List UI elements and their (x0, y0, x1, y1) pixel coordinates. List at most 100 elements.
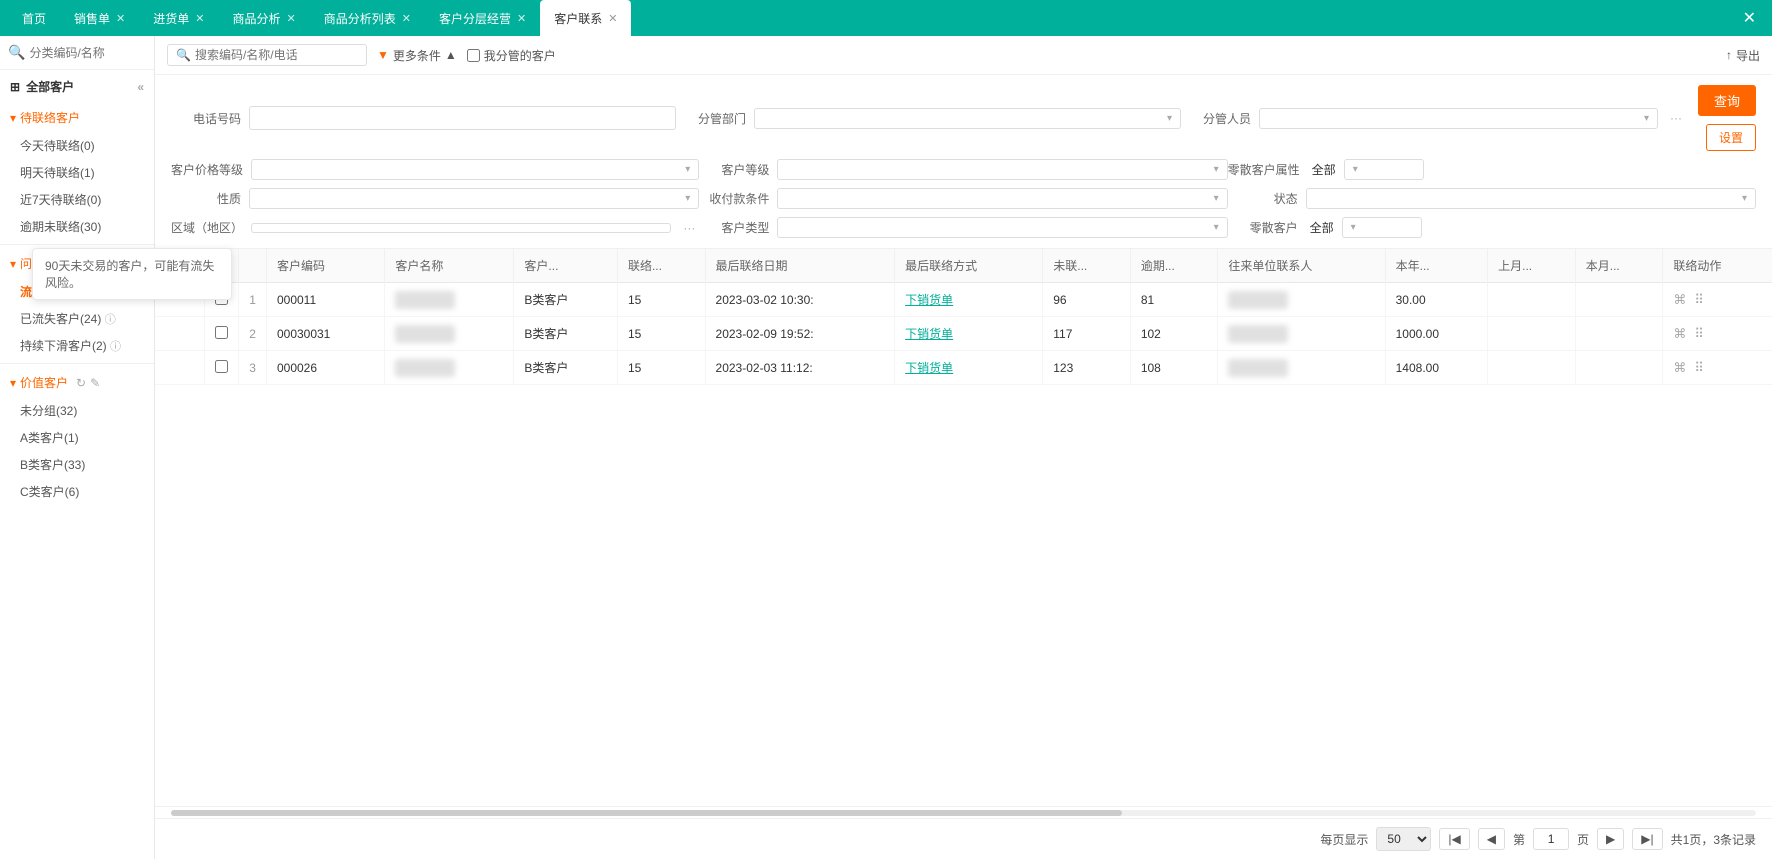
action-more-icon-1[interactable]: ⠿ (1694, 326, 1704, 342)
sidebar-item-unclassified[interactable]: 未分组(32) (0, 397, 154, 424)
row-last-contact-method-0[interactable]: 下销货单 (895, 283, 1043, 317)
refresh-icon[interactable]: ↻ (76, 376, 86, 390)
sidebar: 🔍 ⊞ 全部客户 « ▾ 待联络客户 今天待联络(0) 明天待联络(1) 近7天… (0, 36, 155, 859)
row-checkbox-2[interactable] (205, 351, 239, 385)
sidebar-item-class-c[interactable]: C类客户(6) (0, 478, 154, 505)
sidebar-item-tomorrow-pending[interactable]: 明天待联络(1) (0, 159, 154, 186)
search-bar: 🔍 ▼ 更多条件 ▲ 我分管的客户 ↑ 导出 (155, 36, 1772, 75)
tab-product-analysis[interactable]: 商品分析 ✕ (218, 0, 309, 36)
filter-person-select[interactable]: ▾ (1259, 108, 1658, 129)
settings-button[interactable]: 设置 (1706, 124, 1756, 151)
tab-customer-segment[interactable]: 客户分层经营 ✕ (425, 0, 540, 36)
export-btn[interactable]: ↑ 导出 (1726, 47, 1760, 64)
per-page-select[interactable]: 50 100 200 (1376, 827, 1431, 851)
my-customers-checkbox[interactable]: 我分管的客户 (467, 47, 556, 64)
table-row: 1 000011 blurred1 B类客户 15 2023-03-02 10:… (155, 283, 1772, 317)
filter-customer-grade-select[interactable]: ▾ (777, 159, 1227, 180)
tab-product-analysis-list[interactable]: 商品分析列表 ✕ (310, 0, 425, 36)
action-contact-icon-0[interactable]: ⌘ (1673, 292, 1686, 308)
main-layout: 🔍 ⊞ 全部客户 « ▾ 待联络客户 今天待联络(0) 明天待联络(1) 近7天… (0, 36, 1772, 859)
sidebar-search-input[interactable] (29, 46, 155, 60)
action-contact-icon-2[interactable]: ⌘ (1673, 360, 1686, 376)
this-month-col-header[interactable]: 本月... (1575, 249, 1663, 283)
row-this-year-0: 30.00 (1385, 283, 1488, 317)
close-product-analysis-list-tab[interactable]: ✕ (402, 12, 411, 25)
sidebar-item-7days-pending[interactable]: 近7天待联络(0) (0, 186, 154, 213)
row-checkbox-1[interactable] (205, 317, 239, 351)
row-this-month-1 (1575, 317, 1663, 351)
overdue-col-header[interactable]: 逾期... (1130, 249, 1218, 283)
sidebar-search-icon: 🔍 (8, 44, 25, 61)
row-last-contact-method-2[interactable]: 下销货单 (895, 351, 1043, 385)
sidebar-item-churned[interactable]: 已流失客户(24) ⓘ (0, 305, 154, 332)
filter-status-select[interactable]: ▾ (1306, 188, 1756, 209)
unit-contact-col-header[interactable]: 往来单位联系人 (1218, 249, 1385, 283)
filter-gender-label: 性质 (171, 190, 241, 207)
sidebar-group-value-title[interactable]: ▾ 价值客户 ↻ ✎ (0, 368, 154, 397)
table-row: 2 00030031 blurred3 B类客户 15 2023-02-09 1… (155, 317, 1772, 351)
tab-sales[interactable]: 销售单 ✕ (60, 0, 139, 36)
sidebar-item-class-a[interactable]: A类客户(1) (0, 424, 154, 451)
sidebar-root-label: 全部客户 (26, 78, 74, 95)
filter-payment-select[interactable]: ▾ (777, 188, 1227, 209)
action-more-icon-2[interactable]: ⠿ (1694, 360, 1704, 376)
row-contact-2: 15 (617, 351, 705, 385)
action-contact-icon-1[interactable]: ⌘ (1673, 326, 1686, 342)
next-page-btn[interactable]: ▶ (1597, 828, 1624, 850)
action-more-icon-0[interactable]: ⠿ (1694, 292, 1704, 308)
last-contact-method-col-header[interactable]: 最后联络方式 (895, 249, 1043, 283)
last-page-btn[interactable]: ▶| (1632, 828, 1662, 850)
tab-purchase[interactable]: 进货单 ✕ (139, 0, 218, 36)
contact-col-header[interactable]: 联络... (617, 249, 705, 283)
filter-customer-type-select[interactable]: ▾ (777, 217, 1227, 238)
this-year-col-header[interactable]: 本年... (1385, 249, 1488, 283)
row-this-year-1: 1000.00 (1385, 317, 1488, 351)
filter-region-select[interactable] (251, 223, 671, 233)
filter-phone-input[interactable] (249, 106, 676, 130)
name-col-header[interactable]: 客户名称 (385, 249, 514, 283)
sidebar-item-declining[interactable]: 持续下滑客户(2) ⓘ (0, 332, 154, 359)
type-col-header[interactable]: 客户... (514, 249, 618, 283)
edit-icon[interactable]: ✎ (90, 376, 100, 390)
scrollbar-thumb[interactable] (171, 810, 1122, 816)
close-customer-segment-tab[interactable]: ✕ (517, 12, 526, 25)
filter-zero-retail-attr-select[interactable]: ▾ (1344, 159, 1424, 180)
more-conditions-btn[interactable]: ▼ 更多条件 ▲ (377, 47, 457, 64)
sidebar-item-class-b[interactable]: B类客户(33) (0, 451, 154, 478)
tab-home[interactable]: 首页 (8, 0, 60, 36)
not-contacted-col-header[interactable]: 未联... (1043, 249, 1131, 283)
filter-icon: ▼ (377, 48, 389, 62)
last-contact-date-col-header[interactable]: 最后联络日期 (705, 249, 895, 283)
close-customer-contact-tab[interactable]: ✕ (608, 12, 617, 25)
filter-payment-label: 收付款条件 (699, 190, 769, 207)
page-number-input[interactable] (1533, 828, 1569, 850)
filter-price-grade-field: 客户价格等级 ▾ (171, 159, 699, 180)
last-month-col-header[interactable]: 上月... (1488, 249, 1576, 283)
filter-gender-select[interactable]: ▾ (249, 188, 699, 209)
filter-customer-grade-field: 客户等级 ▾ (699, 159, 1227, 180)
search-input[interactable] (195, 48, 345, 62)
row-last-month-0 (1488, 283, 1576, 317)
close-purchase-tab[interactable]: ✕ (195, 12, 204, 25)
sidebar-collapse-btn[interactable]: « (137, 80, 144, 94)
filter-zero-retail-select[interactable]: ▾ (1342, 217, 1422, 238)
sidebar-item-overdue-contact[interactable]: 逾期未联络(30) (0, 213, 154, 240)
filter-price-grade-select[interactable]: ▾ (251, 159, 699, 180)
sidebar-group-pending-title[interactable]: ▾ 待联络客户 (0, 103, 154, 132)
first-page-btn[interactable]: |◀ (1439, 828, 1469, 850)
my-customers-check[interactable] (467, 49, 480, 62)
horizontal-scrollbar[interactable] (155, 806, 1772, 818)
status-dropdown-icon: ▾ (1742, 193, 1747, 204)
close-sales-tab[interactable]: ✕ (116, 12, 125, 25)
code-col-header[interactable]: 客户编码 (266, 249, 384, 283)
person-more-btn[interactable]: ··· (1666, 111, 1686, 125)
close-window-button[interactable]: ✕ (1735, 8, 1764, 28)
tab-customer-contact[interactable]: 客户联系 ✕ (540, 0, 631, 36)
query-button[interactable]: 查询 (1698, 85, 1756, 116)
row-last-contact-method-1[interactable]: 下销货单 (895, 317, 1043, 351)
sidebar-item-today-pending[interactable]: 今天待联络(0) (0, 132, 154, 159)
region-more-btn[interactable]: ··· (679, 221, 699, 235)
prev-page-btn[interactable]: ◀ (1478, 828, 1505, 850)
filter-dept-select[interactable]: ▾ (754, 108, 1181, 129)
close-product-analysis-tab[interactable]: ✕ (287, 12, 296, 25)
